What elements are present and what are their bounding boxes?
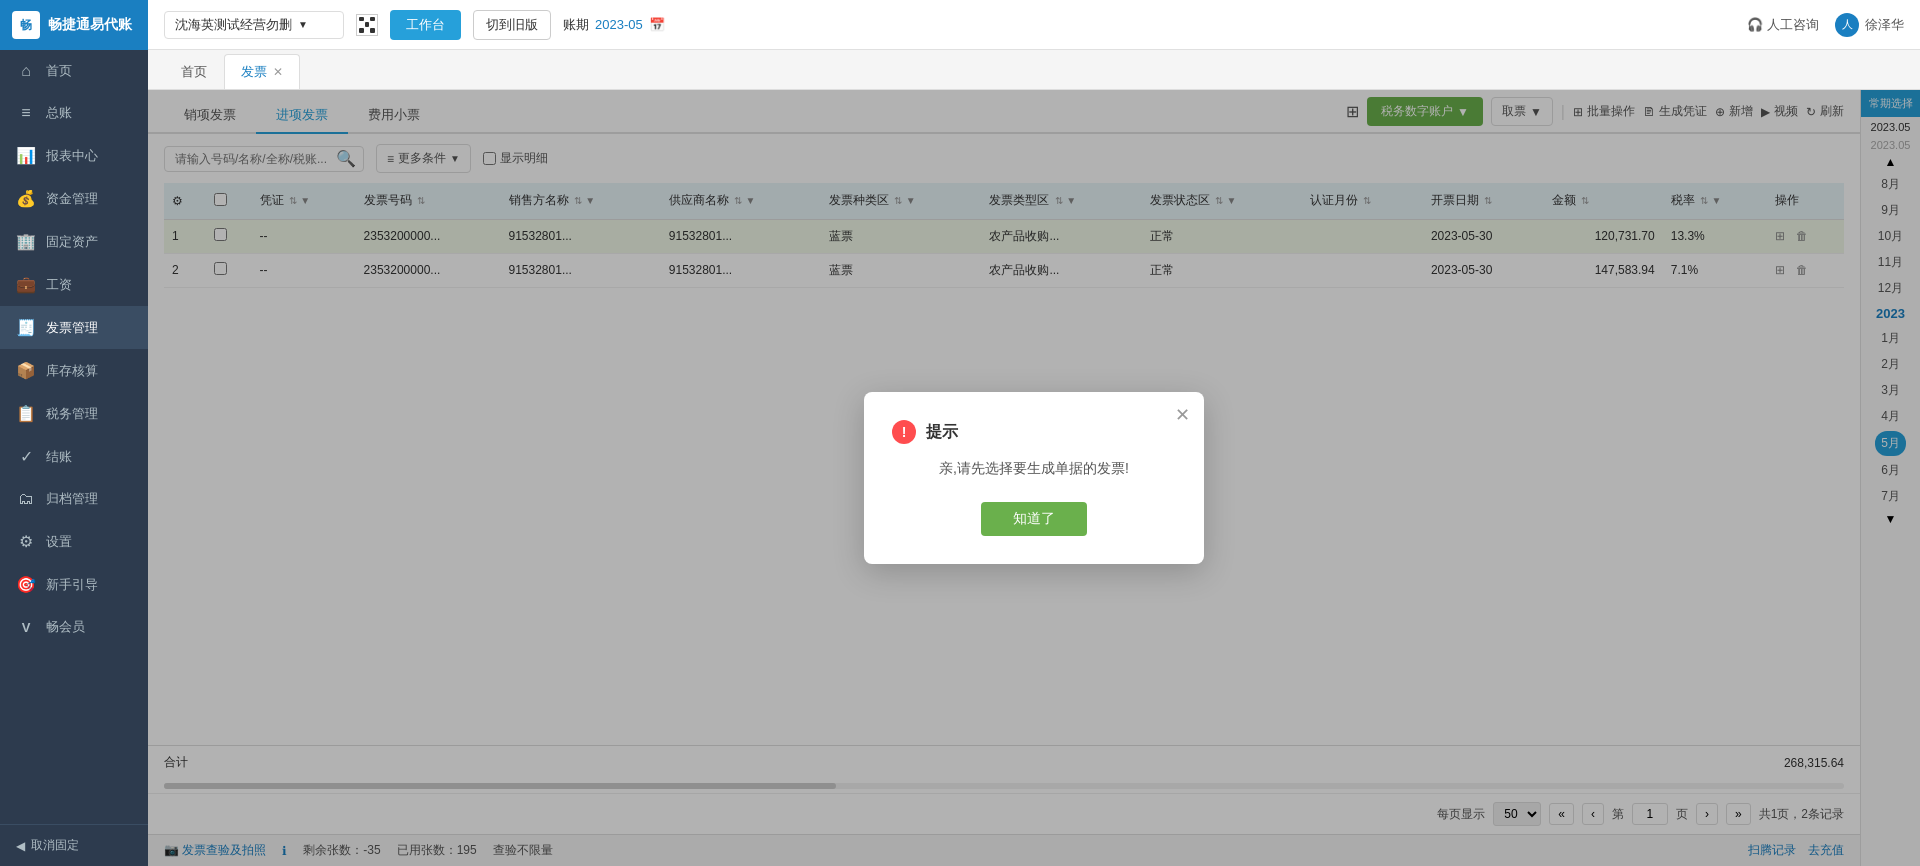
period-value: 2023-05 xyxy=(595,17,643,32)
sidebar-item-inventory[interactable]: 📦 库存核算 xyxy=(0,349,148,392)
tab-close-icon[interactable]: ✕ xyxy=(273,65,283,79)
sidebar-item-settle[interactable]: ✓ 结账 xyxy=(0,435,148,478)
assets-icon: 🏢 xyxy=(16,232,36,251)
tab-home[interactable]: 首页 xyxy=(164,54,224,89)
headset-icon: 🎧 xyxy=(1747,17,1763,32)
sidebar-item-archive[interactable]: 🗂 归档管理 xyxy=(0,478,148,520)
logo-icon: 畅 xyxy=(12,11,40,39)
warning-icon: ! xyxy=(892,420,916,444)
sidebar: 畅 畅捷通易代账 ⌂ 首页 ≡ 总账 📊 报表中心 💰 资金管理 🏢 固定资产 … xyxy=(0,0,148,866)
nav-tabs: 首页 发票 ✕ xyxy=(148,50,1920,90)
tab-invoice[interactable]: 发票 ✕ xyxy=(224,54,300,89)
company-selector[interactable]: 沈海英测试经营勿删 ▼ xyxy=(164,11,344,39)
period-info: 账期 2023-05 📅 xyxy=(563,16,665,34)
sidebar-item-reports[interactable]: 📊 报表中心 xyxy=(0,134,148,177)
alert-modal: ✕ ! 提示 亲,请先选择要生成单据的发票! 知道了 xyxy=(864,392,1204,564)
inventory-icon: 📦 xyxy=(16,361,36,380)
sidebar-item-assets[interactable]: 🏢 固定资产 xyxy=(0,220,148,263)
sidebar-item-guide[interactable]: 🎯 新手引导 xyxy=(0,563,148,606)
content-area: 销项发票 进项发票 费用小票 ⊞ 税务数字账户 ▼ xyxy=(148,90,1920,866)
modal-confirm-button[interactable]: 知道了 xyxy=(981,502,1087,536)
invoice-icon: 🧾 xyxy=(16,318,36,337)
sidebar-item-home[interactable]: ⌂ 首页 xyxy=(0,50,148,92)
archive-icon: 🗂 xyxy=(16,490,36,508)
app-logo: 畅 畅捷通易代账 xyxy=(0,0,148,50)
workspace-button[interactable]: 工作台 xyxy=(390,10,461,40)
sidebar-item-salary[interactable]: 💼 工资 xyxy=(0,263,148,306)
modal-title: ! 提示 xyxy=(892,420,1176,444)
qr-area[interactable] xyxy=(356,14,378,36)
topbar-right: 🎧 人工咨询 人 徐泽华 xyxy=(1747,13,1904,37)
modal-footer: 知道了 xyxy=(892,502,1176,536)
main-area: 沈海英测试经营勿删 ▼ 工作台 切到旧版 账期 2023-05 📅 🎧 人工咨询… xyxy=(148,0,1920,866)
home-icon: ⌂ xyxy=(16,62,36,80)
topbar: 沈海英测试经营勿删 ▼ 工作台 切到旧版 账期 2023-05 📅 🎧 人工咨询… xyxy=(148,0,1920,50)
calendar-icon[interactable]: 📅 xyxy=(649,17,665,32)
switch-version-button[interactable]: 切到旧版 xyxy=(473,10,551,40)
user-avatar: 人 xyxy=(1835,13,1859,37)
unpin-button[interactable]: ◀ 取消固定 xyxy=(0,824,148,866)
user-name: 徐泽华 xyxy=(1865,16,1904,34)
tax-icon: 📋 xyxy=(16,404,36,423)
pin-icon: ◀ xyxy=(16,839,25,853)
modal-message: 亲,请先选择要生成单据的发票! xyxy=(892,460,1176,478)
salary-icon: 💼 xyxy=(16,275,36,294)
ledger-icon: ≡ xyxy=(16,104,36,122)
modal-close-button[interactable]: ✕ xyxy=(1175,404,1190,426)
guide-icon: 🎯 xyxy=(16,575,36,594)
sidebar-item-tax[interactable]: 📋 税务管理 xyxy=(0,392,148,435)
chevron-down-icon: ▼ xyxy=(298,19,308,30)
user-info[interactable]: 人 徐泽华 xyxy=(1835,13,1904,37)
sidebar-item-ledger[interactable]: ≡ 总账 xyxy=(0,92,148,134)
sidebar-item-funds[interactable]: 💰 资金管理 xyxy=(0,177,148,220)
sidebar-item-invoice[interactable]: 🧾 发票管理 xyxy=(0,306,148,349)
qr-icon xyxy=(356,14,378,36)
company-name: 沈海英测试经营勿删 xyxy=(175,16,292,34)
reports-icon: 📊 xyxy=(16,146,36,165)
sidebar-item-member[interactable]: V 畅会员 xyxy=(0,606,148,648)
help-button[interactable]: 🎧 人工咨询 xyxy=(1747,16,1819,34)
sidebar-item-settings[interactable]: ⚙ 设置 xyxy=(0,520,148,563)
settle-icon: ✓ xyxy=(16,447,36,466)
modal-overlay: ✕ ! 提示 亲,请先选择要生成单据的发票! 知道了 xyxy=(148,90,1920,866)
app-name: 畅捷通易代账 xyxy=(48,16,132,34)
member-icon: V xyxy=(16,620,36,635)
funds-icon: 💰 xyxy=(16,189,36,208)
settings-icon: ⚙ xyxy=(16,532,36,551)
